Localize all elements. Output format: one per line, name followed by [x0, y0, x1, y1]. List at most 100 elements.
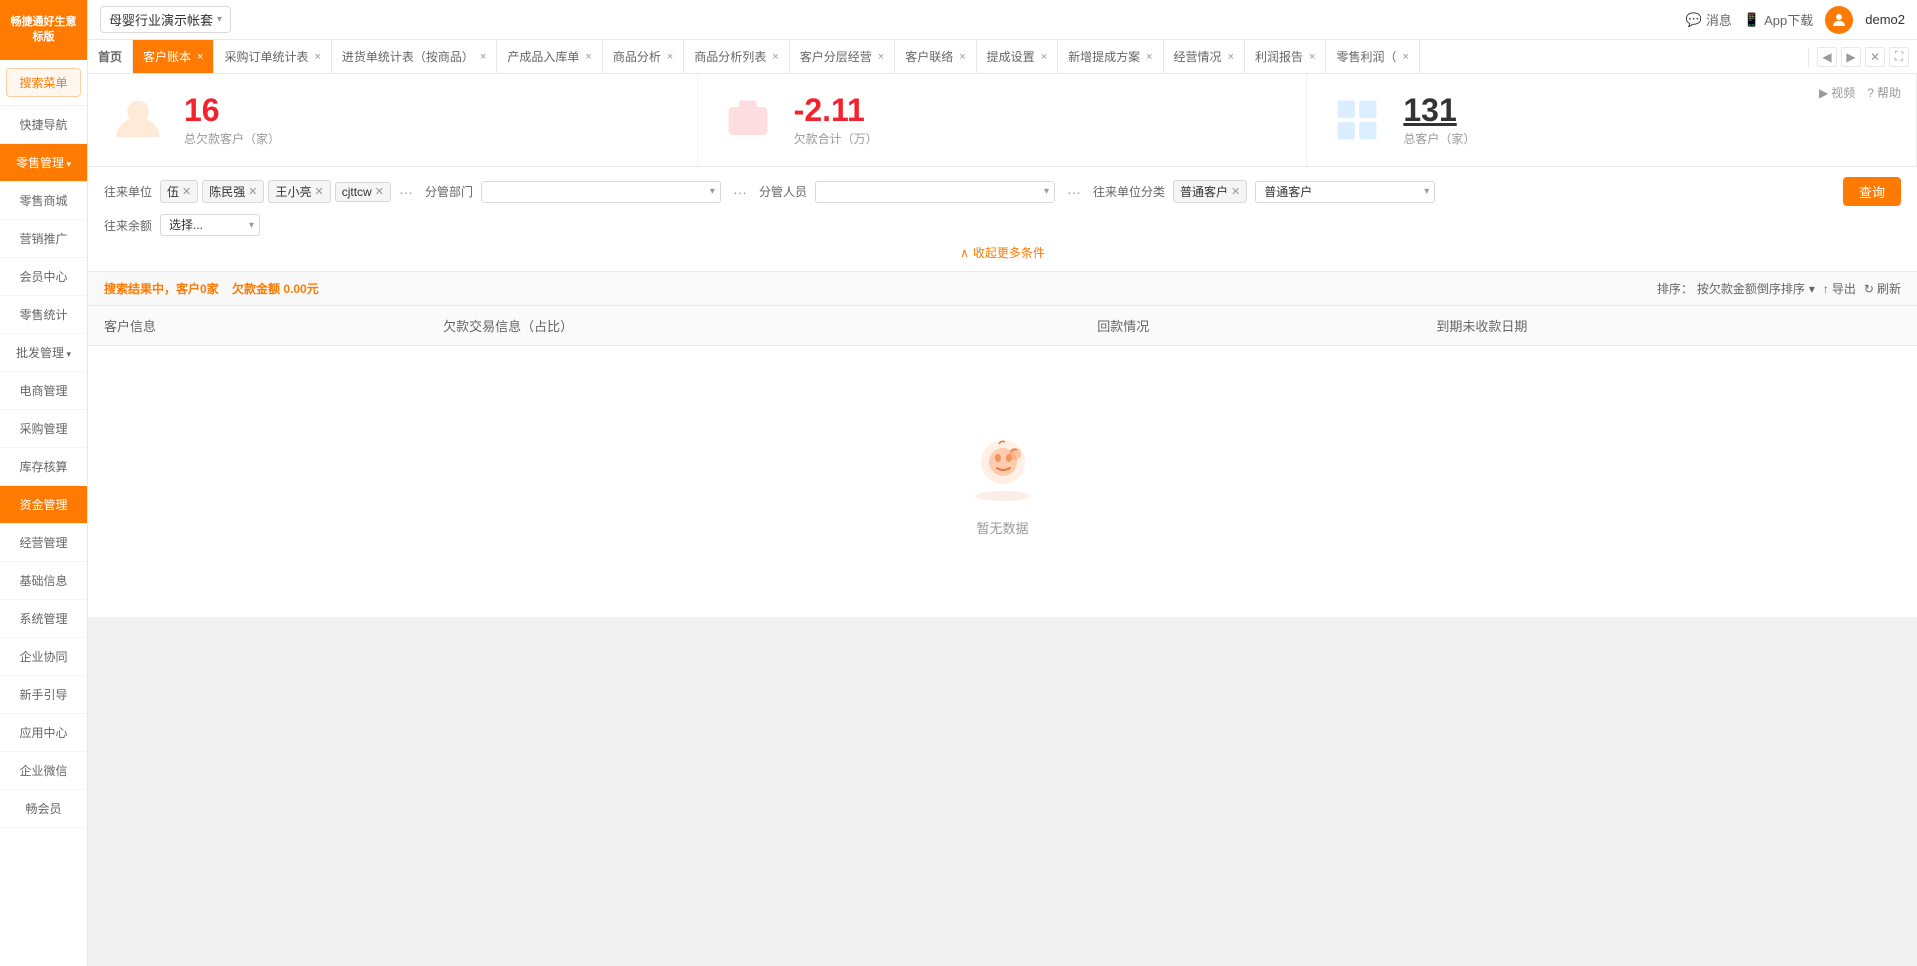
amount-icon	[718, 90, 778, 150]
search-result-text: 搜索结果中，客户0家	[104, 282, 219, 296]
tab-product-entry[interactable]: 产成品入库单 ×	[497, 40, 602, 74]
tab-purchase-order-stats[interactable]: 采购订单统计表 ×	[214, 40, 331, 74]
stat-card-amount: -2.11 欠款合计（万）	[698, 74, 1308, 166]
tab-close-ops-situation[interactable]: ×	[1228, 51, 1234, 63]
tag-close-wu[interactable]: ✕	[182, 185, 191, 198]
more-tags-button[interactable]: ···	[395, 182, 417, 202]
tab-new-raise-plan[interactable]: 新增提成方案×	[1058, 40, 1163, 74]
sidebar-item-batch-mgmt[interactable]: 批发管理 ▾	[0, 334, 87, 372]
sidebar-item-capital-mgmt[interactable]: 资金管理	[0, 486, 87, 524]
tab-customer-segment[interactable]: 客户分层经营×	[790, 40, 895, 74]
filter-tag-cjttcw: cjttcw ✕	[335, 182, 391, 202]
help-btn[interactable]: ? 帮助	[1867, 84, 1901, 101]
filter-tag-wang: 王小亮 ✕	[268, 180, 330, 203]
username-label[interactable]: demo2	[1865, 12, 1905, 27]
tab-ops-situation[interactable]: 经营情况×	[1164, 40, 1245, 74]
sidebar-item-system-mgmt[interactable]: 系统管理	[0, 600, 87, 638]
tab-label-home: 首页	[98, 48, 122, 65]
unit-class-select[interactable]: 普通客户	[1255, 181, 1435, 203]
tag-close-cjttcw[interactable]: ✕	[375, 185, 384, 198]
tab-label-purchase-order-stats: 采购订单统计表	[224, 48, 308, 65]
tab-close-product-entry[interactable]: ×	[585, 51, 591, 63]
balance-select[interactable]: 选择...	[160, 214, 260, 236]
tab-label-goods-analysis: 商品分析	[613, 48, 661, 65]
chevron-down-icon: ▾	[64, 159, 71, 169]
sidebar-item-purchase-mgmt[interactable]: 采购管理	[0, 410, 87, 448]
sidebar-item-basic-info[interactable]: 基础信息	[0, 562, 87, 600]
sidebar-item-retail-mall[interactable]: 零售商城	[0, 182, 87, 220]
tab-label-goods-stats: 进货单统计表（按商品）	[342, 48, 474, 65]
sidebar-item-marketing[interactable]: 营销推广	[0, 220, 87, 258]
tab-close-new-raise-plan[interactable]: ×	[1146, 51, 1152, 63]
tag-close-wang[interactable]: ✕	[315, 185, 324, 198]
tab-close-purchase-order-stats[interactable]: ×	[314, 51, 320, 63]
sidebar-item-retail-mgmt[interactable]: 零售管理 ▾	[0, 144, 87, 182]
sidebar-item-retail-stats[interactable]: 零售统计	[0, 296, 87, 334]
topbar: 母婴行业演示帐套 ▾ 💬 消息 📱 App下载 demo2	[88, 0, 1917, 40]
tab-customer-contact[interactable]: 客户联络×	[895, 40, 976, 74]
tab-goods-stats[interactable]: 进货单统计表（按商品） ×	[332, 40, 497, 74]
tab-retail-profit[interactable]: 零售利润（×	[1326, 40, 1419, 74]
unit-class-select-wrap: 普通客户	[1255, 181, 1435, 203]
account-selector[interactable]: 母婴行业演示帐套 ▾	[100, 6, 231, 33]
tab-customer-ledger[interactable]: 客户账本×	[133, 40, 214, 74]
sidebar-item-enterprise-wechat[interactable]: 企业微信	[0, 752, 87, 790]
chevron-up-icon: ∧	[960, 246, 969, 260]
search-menu-button[interactable]: 搜索菜单	[6, 68, 81, 97]
tab-close-goods-analysis[interactable]: ×	[667, 51, 673, 63]
sidebar-item-vip-member[interactable]: 畅会员	[0, 790, 87, 828]
tab-raise-settings[interactable]: 提成设置×	[977, 40, 1058, 74]
balance-select-wrap: 选择...	[160, 214, 260, 236]
avatar	[1825, 6, 1853, 34]
tab-close-customer-segment[interactable]: ×	[878, 51, 884, 63]
tab-close-raise-settings[interactable]: ×	[1041, 51, 1047, 63]
sort-control[interactable]: 排序： 按欠款金额倒序排序 ▾	[1657, 280, 1815, 297]
tab-close-retail-profit[interactable]: ×	[1402, 51, 1408, 63]
person-select[interactable]	[815, 181, 1055, 203]
tab-prev-button[interactable]: ◀	[1817, 47, 1837, 67]
sidebar-item-ecomm-mgmt[interactable]: 电商管理	[0, 372, 87, 410]
dept-label: 分管部门	[425, 183, 473, 200]
person-more-btn[interactable]: ···	[1063, 182, 1085, 202]
message-button[interactable]: 💬 消息	[1686, 10, 1732, 29]
query-button[interactable]: 查询	[1843, 177, 1901, 206]
amount-result-text: 欠款金额 0.00元	[232, 282, 319, 296]
tag-close-chen[interactable]: ✕	[248, 185, 257, 198]
sidebar-item-app-center[interactable]: 应用中心	[0, 714, 87, 752]
tab-label-profit-report: 利润报告	[1255, 48, 1303, 65]
chevron-down-icon: ▾	[217, 14, 222, 25]
sort-arrow-icon: ▾	[1809, 282, 1815, 296]
tab-close-all-button[interactable]: ✕	[1865, 47, 1885, 67]
tag-close-normal-customer[interactable]: ✕	[1231, 185, 1240, 198]
main-content: 母婴行业演示帐套 ▾ 💬 消息 📱 App下载 demo2 首页客户账本×采购订…	[88, 0, 1917, 966]
tab-close-customer-ledger[interactable]: ×	[197, 51, 203, 63]
tab-close-goods-stats[interactable]: ×	[480, 51, 486, 63]
dept-more-btn[interactable]: ···	[729, 182, 751, 202]
refresh-button[interactable]: ↻ 刷新	[1864, 280, 1901, 297]
tab-profit-report[interactable]: 利润报告 ×	[1245, 40, 1326, 74]
dept-select[interactable]	[481, 181, 721, 203]
tab-label-product-entry: 产成品入库单	[507, 48, 579, 65]
app-download-button[interactable]: 📱 App下载	[1744, 10, 1813, 29]
export-button[interactable]: ↑ 导出	[1823, 280, 1856, 297]
video-btn[interactable]: ▶ 视频	[1819, 84, 1855, 101]
tab-goods-analysis-list[interactable]: 商品分析列表×	[684, 40, 789, 74]
sidebar-item-new-guide[interactable]: 新手引导	[0, 676, 87, 714]
sidebar-item-enterprise-coop[interactable]: 企业协同	[0, 638, 87, 676]
collapse-button[interactable]: ∧ 收起更多条件	[960, 244, 1045, 261]
tab-expand-button[interactable]: ⛶	[1889, 47, 1909, 67]
tab-goods-analysis[interactable]: 商品分析 ×	[603, 40, 684, 74]
table-header: 客户信息 欠款交易信息（占比） 回款情况 到期未收款日期	[88, 306, 1917, 346]
unit-label: 往来单位	[104, 183, 152, 200]
sidebar-item-inventory[interactable]: 库存核算	[0, 448, 87, 486]
sidebar-item-member-center[interactable]: 会员中心	[0, 258, 87, 296]
result-bar: 搜索结果中，客户0家 欠款金额 0.00元 排序： 按欠款金额倒序排序 ▾ ↑ …	[88, 272, 1917, 306]
tab-close-goods-analysis-list[interactable]: ×	[772, 51, 778, 63]
data-table: 客户信息 欠款交易信息（占比） 回款情况 到期未收款日期	[88, 306, 1917, 346]
sidebar-item-quick-nav[interactable]: 快捷导航	[0, 106, 87, 144]
tab-home[interactable]: 首页	[88, 40, 133, 74]
tab-next-button[interactable]: ▶	[1841, 47, 1861, 67]
tab-close-profit-report[interactable]: ×	[1309, 51, 1315, 63]
sidebar-item-ops-mgmt[interactable]: 经营管理	[0, 524, 87, 562]
tab-close-customer-contact[interactable]: ×	[959, 51, 965, 63]
